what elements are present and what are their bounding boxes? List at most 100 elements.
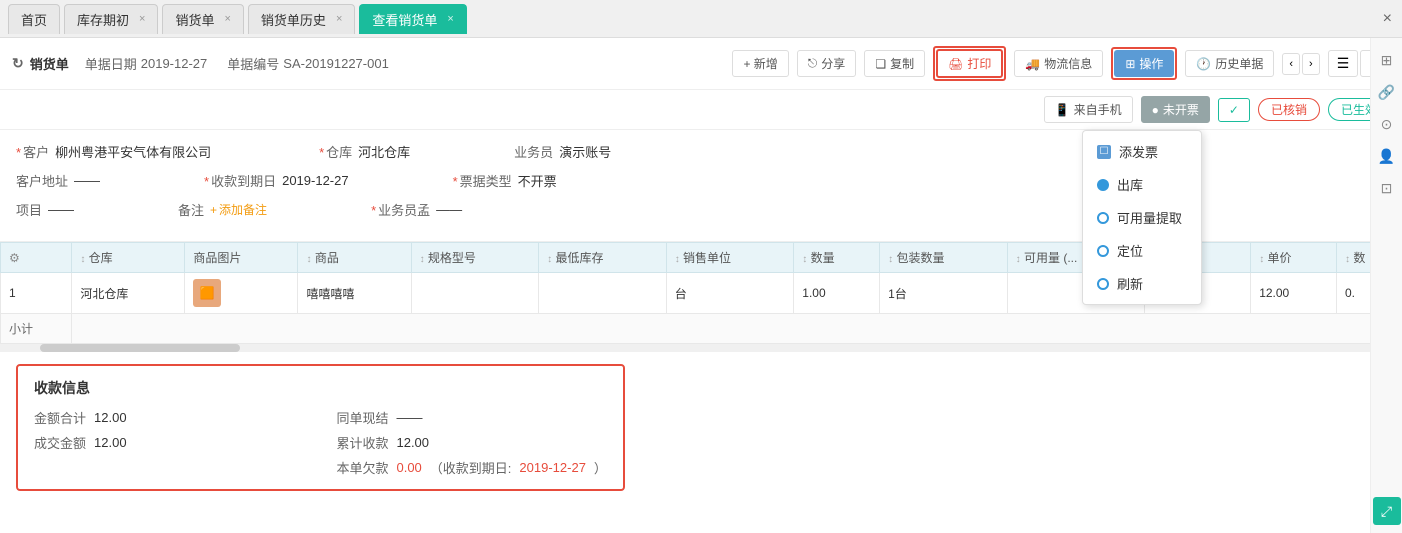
due-date-value: 2019-12-27 — [519, 460, 586, 475]
not-open-icon: ● — [1152, 103, 1159, 117]
dropdown-available-qty[interactable]: 可用量提取 — [1083, 201, 1201, 234]
col-settings[interactable]: ⚙ — [1, 243, 72, 273]
col-warehouse: ↕ 仓库 — [72, 243, 185, 273]
dropdown-locate[interactable]: 定位 — [1083, 234, 1201, 267]
doc-number-label: 单据编号 SA-20191227-001 — [227, 54, 389, 73]
check-icon-button[interactable]: ✓ — [1218, 98, 1250, 122]
same-order-row: 同单现结 —— — [336, 408, 606, 427]
main-content: ↻ 销货单 单据日期 2019-12-27 单据编号 SA-20191227-0… — [0, 38, 1402, 533]
cell-row-num: 1 — [1, 273, 72, 314]
project-value: —— — [48, 202, 74, 217]
tab-view-sales-label: 查看销货单 — [372, 10, 437, 29]
operations-button[interactable]: ⊞ 操作 — [1114, 50, 1174, 77]
tab-sales-order-close[interactable]: × — [224, 13, 230, 25]
cell-min-stock — [539, 273, 667, 314]
scrollbar-thumb[interactable] — [40, 344, 240, 352]
tab-bar: 首页 库存期初 × 销货单 × 销货单历史 × 查看销货单 × × — [0, 0, 1402, 38]
share-icon: ⎋ — [808, 56, 818, 71]
same-order-label: 同单现结 — [336, 408, 388, 427]
doc-title: ↻ 销货单 — [12, 54, 69, 73]
cancelled-badge: 已核销 — [1258, 98, 1320, 121]
dropdown-add-invoice-label: 添发票 — [1119, 142, 1158, 161]
tab-sales-order[interactable]: 销货单 × — [162, 4, 243, 34]
doc-date-label: 单据日期 2019-12-27 — [85, 54, 208, 73]
share-button[interactable]: ⎋ 分享 — [797, 50, 857, 77]
tab-sales-history-close[interactable]: × — [336, 13, 342, 25]
salesperson2-label: 业务员孟 — [371, 200, 430, 219]
address-field: 客户地址 —— — [16, 171, 100, 190]
cell-package-qty: 1台 — [880, 273, 1008, 314]
tab-home[interactable]: 首页 — [8, 4, 60, 34]
tab-sales-history[interactable]: 销货单历史 × — [248, 4, 355, 34]
cell-product-img: 🟧 — [185, 273, 298, 314]
print-button[interactable]: 🖨 打印 — [936, 49, 1003, 78]
payment-date-field: 收款到期日 2019-12-27 — [204, 171, 349, 190]
ticket-type-value: 不开票 — [518, 171, 557, 190]
dropdown-refresh[interactable]: 刷新 — [1083, 267, 1201, 300]
prev-arrow[interactable]: ‹ — [1282, 53, 1300, 75]
total-amount-row: 金额合计 12.00 — [34, 408, 304, 427]
customer-value: 柳州粤港平安气体有限公司 — [55, 142, 215, 161]
tab-sales-history-label: 销货单历史 — [261, 10, 326, 29]
same-order-value: —— — [396, 410, 422, 425]
tab-view-sales[interactable]: 查看销货单 × — [359, 4, 466, 34]
sidebar-icon-2[interactable]: 🔗 — [1373, 78, 1401, 106]
payment-grid: 金额合计 12.00 同单现结 —— 成交金额 12.00 累计收款 12.00… — [34, 408, 607, 477]
second-toolbar: 📱 来自手机 ● 未开票 ✓ 已核销 已生效 — [0, 90, 1402, 130]
cell-spec — [411, 273, 539, 314]
dropdown-outbound[interactable]: 出库 — [1083, 168, 1201, 201]
sidebar-icon-expand[interactable]: ⤢ — [1373, 497, 1401, 525]
note-field: 备注 + 添加备注 — [178, 200, 267, 219]
ops-icon: ⊞ — [1125, 57, 1135, 71]
col-package-qty: ↕ 包装数量 — [880, 243, 1008, 273]
tab-inventory-init[interactable]: 库存期初 × — [64, 4, 158, 34]
sidebar-icon-3[interactable]: ⊙ — [1373, 110, 1401, 138]
new-button[interactable]: + 新增 — [732, 50, 788, 77]
dropdown-add-invoice[interactable]: ☐ 添发票 — [1083, 135, 1201, 168]
tab-sales-order-label: 销货单 — [175, 10, 214, 29]
history-button[interactable]: 🕐 历史单据 — [1185, 50, 1274, 77]
sidebar-icon-1[interactable]: ⊞ — [1373, 46, 1401, 74]
total-amount-value: 12.00 — [94, 410, 127, 425]
logistics-button[interactable]: 🚚 物流信息 — [1014, 50, 1103, 77]
col-spec: ↕ 规格型号 — [411, 243, 539, 273]
copy-button[interactable]: ❏ 复制 — [864, 50, 925, 77]
next-arrow[interactable]: › — [1302, 53, 1320, 75]
cell-product: 嘻嘻嘻嘻 — [298, 273, 411, 314]
customer-field: 客户 柳州粤港平安气体有限公司 — [16, 142, 215, 161]
tab-view-sales-close[interactable]: × — [447, 13, 453, 25]
salesperson-field: 业务员 演示账号 — [514, 142, 611, 161]
tab-home-label: 首页 — [21, 10, 47, 29]
copy-icon: ❏ — [875, 57, 886, 71]
col-min-stock: ↕ 最低库存 — [539, 243, 667, 273]
from-phone-button[interactable]: 📱 来自手机 — [1044, 96, 1133, 123]
doc-header: ↻ 销货单 单据日期 2019-12-27 单据编号 SA-20191227-0… — [0, 38, 1402, 90]
add-note-button[interactable]: + 添加备注 — [210, 201, 267, 218]
dropdown-available-qty-label: 可用量提取 — [1117, 208, 1182, 227]
sidebar-icon-5[interactable]: ⊡ — [1373, 174, 1401, 202]
outbound-icon — [1097, 179, 1109, 191]
cumulative-payment-value: 12.00 — [396, 435, 429, 450]
not-open-button[interactable]: ● 未开票 — [1141, 96, 1210, 123]
project-field: 项目 —— — [16, 200, 74, 219]
tab-inventory-init-close[interactable]: × — [139, 13, 145, 25]
doc-number-value: SA-20191227-001 — [283, 56, 389, 71]
cell-unit-price: 12.00 — [1251, 273, 1337, 314]
due-date-label: （收款到期日: — [430, 458, 512, 477]
table-scrollbar[interactable] — [0, 344, 1402, 352]
payment-section-wrapper: 收款信息 金额合计 12.00 同单现结 —— 成交金额 12.00 累计收款 … — [0, 352, 1402, 503]
salesperson-label: 业务员 — [514, 142, 553, 161]
doc-date-value: 2019-12-27 — [141, 56, 208, 71]
salesperson2-value: —— — [436, 202, 462, 217]
list-view-btn[interactable]: ☰ — [1328, 50, 1359, 77]
cumulative-payment-label: 累计收款 — [336, 433, 388, 452]
operations-dropdown: ☐ 添发票 出库 可用量提取 定位 刷新 — [1082, 130, 1202, 305]
transaction-amount-row: 成交金额 12.00 — [34, 433, 304, 452]
ticket-type-field: 票据类型 不开票 — [453, 171, 557, 190]
project-label: 项目 — [16, 200, 42, 219]
warehouse-field: 仓库 河北仓库 — [319, 142, 410, 161]
total-amount-label: 金额合计 — [34, 408, 86, 427]
sidebar-icon-4[interactable]: 👤 — [1373, 142, 1401, 170]
dropdown-locate-label: 定位 — [1117, 241, 1143, 260]
window-close-button[interactable]: × — [1383, 10, 1392, 28]
